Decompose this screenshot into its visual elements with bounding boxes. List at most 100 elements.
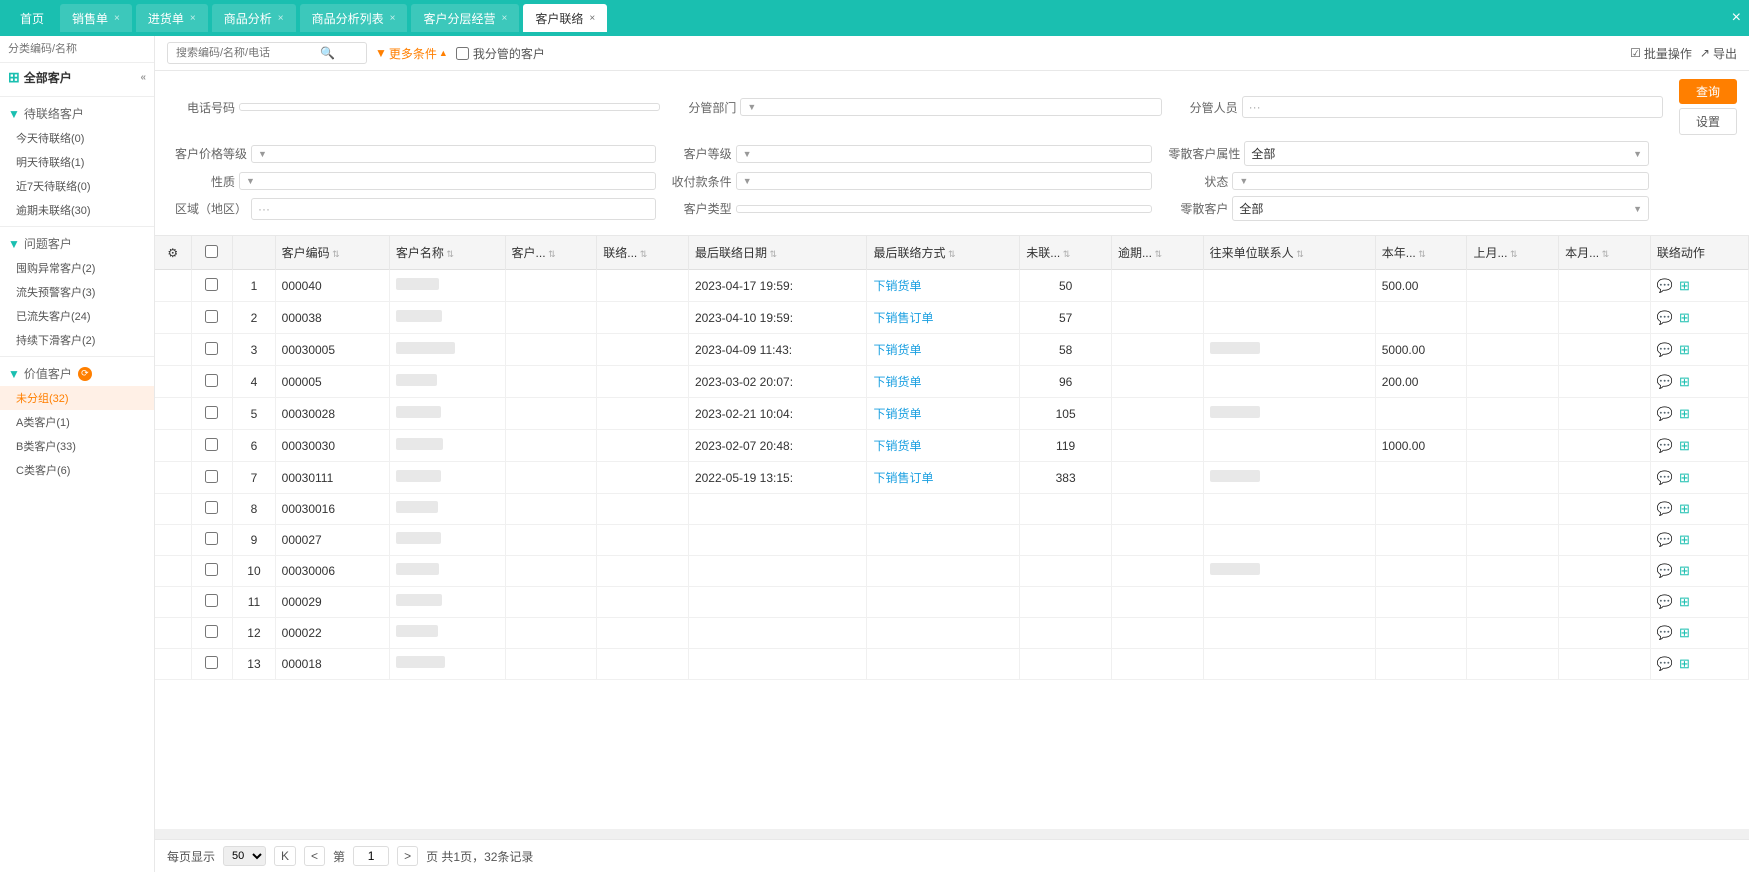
grid-icon[interactable]: ⊞ xyxy=(1679,625,1690,641)
sidebar-item-tomorrow[interactable]: 明天待联络(1) xyxy=(0,150,154,174)
close-icon[interactable]: × xyxy=(278,13,284,24)
grid-icon[interactable]: ⊞ xyxy=(1679,501,1690,517)
close-icon[interactable]: × xyxy=(589,13,595,24)
sidebar-all-customers[interactable]: ⊞ 全部客户 « xyxy=(0,63,154,92)
batch-op-btn[interactable]: ☑ 批量操作 xyxy=(1630,45,1692,62)
grid-icon[interactable]: ⊞ xyxy=(1679,342,1690,358)
next-page-btn[interactable]: > xyxy=(397,846,418,866)
filter-phone-input[interactable] xyxy=(239,103,660,111)
filter-status-select[interactable]: ▼ xyxy=(1232,172,1649,190)
last-method-link[interactable]: 下销货单 xyxy=(873,279,921,293)
table-col-overdue[interactable]: 逾期... xyxy=(1111,236,1203,270)
query-button[interactable]: 查询 xyxy=(1679,79,1737,104)
row-checkbox[interactable] xyxy=(205,342,218,355)
sidebar-search-box[interactable]: 🔍 xyxy=(0,36,154,63)
table-checkbox-all-col[interactable] xyxy=(191,236,233,270)
tab-product-analysis-list[interactable]: 商品分析列表 × xyxy=(300,4,408,32)
table-col-type[interactable]: 客户... xyxy=(505,236,597,270)
message-icon[interactable]: 💬 xyxy=(1657,594,1673,610)
message-icon[interactable]: 💬 xyxy=(1657,310,1673,326)
row-last-method[interactable]: 下销货单 xyxy=(867,398,1020,430)
row-checkbox[interactable] xyxy=(205,594,218,607)
refresh-badge[interactable]: ⟳ xyxy=(78,367,92,381)
table-col-code[interactable]: 客户编码 xyxy=(275,236,389,270)
filter-scatter-select[interactable]: 全部 ▼ xyxy=(1232,196,1649,221)
row-checkbox-cell[interactable] xyxy=(191,618,233,649)
message-icon[interactable]: 💬 xyxy=(1657,625,1673,641)
grid-icon[interactable]: ⊞ xyxy=(1679,438,1690,454)
row-last-method[interactable]: 下销货单 xyxy=(867,366,1020,398)
row-checkbox-cell[interactable] xyxy=(191,649,233,680)
row-last-method[interactable]: 下销货单 xyxy=(867,270,1020,302)
filter-customer-type-input[interactable] xyxy=(736,205,1153,213)
row-checkbox-cell[interactable] xyxy=(191,587,233,618)
last-method-link[interactable]: 下销货单 xyxy=(873,407,921,421)
close-icon[interactable]: × xyxy=(190,13,196,24)
row-last-method[interactable] xyxy=(867,556,1020,587)
filter-region-input[interactable]: ··· xyxy=(251,198,656,220)
table-col-this-year[interactable]: 本年... xyxy=(1375,236,1467,270)
row-checkbox-cell[interactable] xyxy=(191,462,233,494)
row-checkbox-cell[interactable] xyxy=(191,302,233,334)
sidebar-item-declining[interactable]: 持续下滑客户(2) xyxy=(0,328,154,352)
row-checkbox-cell[interactable] xyxy=(191,398,233,430)
table-col-contact[interactable]: 联络... xyxy=(597,236,689,270)
filter-payment-select[interactable]: ▼ xyxy=(736,172,1153,190)
table-col-last-month[interactable]: 上月... xyxy=(1467,236,1559,270)
row-last-method[interactable] xyxy=(867,649,1020,680)
sidebar-item-abnormal-hoard[interactable]: 囤购异常客户(2) xyxy=(0,256,154,280)
grid-icon[interactable]: ⊞ xyxy=(1679,532,1690,548)
my-customers-checkbox[interactable] xyxy=(456,47,469,60)
message-icon[interactable]: 💬 xyxy=(1657,342,1673,358)
row-checkbox-cell[interactable] xyxy=(191,270,233,302)
row-last-method[interactable] xyxy=(867,494,1020,525)
sidebar-item-week[interactable]: 近7天待联络(0) xyxy=(0,174,154,198)
tab-product-analysis[interactable]: 商品分析 × xyxy=(212,4,296,32)
sidebar-item-churn-warning[interactable]: 流失预警客户(3) xyxy=(0,280,154,304)
message-icon[interactable]: 💬 xyxy=(1657,406,1673,422)
sidebar-item-ungrouped[interactable]: 未分组(32) xyxy=(0,386,154,410)
sidebar-item-overdue[interactable]: 逾期未联络(30) xyxy=(0,198,154,222)
row-last-method[interactable]: 下销货单 xyxy=(867,334,1020,366)
sidebar-item-class-b[interactable]: B类客户(33) xyxy=(0,434,154,458)
table-col-no-contact[interactable]: 未联... xyxy=(1020,236,1112,270)
grid-icon[interactable]: ⊞ xyxy=(1679,374,1690,390)
sidebar-item-class-a[interactable]: A类客户(1) xyxy=(0,410,154,434)
row-checkbox-cell[interactable] xyxy=(191,334,233,366)
row-checkbox-cell[interactable] xyxy=(191,430,233,462)
last-method-link[interactable]: 下销售订单 xyxy=(873,471,933,485)
prev-page-btn[interactable]: < xyxy=(304,846,325,866)
row-checkbox[interactable] xyxy=(205,438,218,451)
grid-icon[interactable]: ⊞ xyxy=(1679,470,1690,486)
message-icon[interactable]: 💬 xyxy=(1657,501,1673,517)
row-checkbox[interactable] xyxy=(205,563,218,576)
message-icon[interactable]: 💬 xyxy=(1657,470,1673,486)
message-icon[interactable]: 💬 xyxy=(1657,374,1673,390)
last-method-link[interactable]: 下销售订单 xyxy=(873,311,933,325)
first-page-btn[interactable]: K xyxy=(274,846,296,866)
table-col-unit-contact[interactable]: 往来单位联系人 xyxy=(1203,236,1375,270)
page-size-select[interactable]: 50 xyxy=(223,846,266,866)
row-checkbox-cell[interactable] xyxy=(191,366,233,398)
message-icon[interactable]: 💬 xyxy=(1657,563,1673,579)
row-checkbox-cell[interactable] xyxy=(191,494,233,525)
grid-icon[interactable]: ⊞ xyxy=(1679,406,1690,422)
sidebar-item-class-c[interactable]: C类客户(6) xyxy=(0,458,154,482)
message-icon[interactable]: 💬 xyxy=(1657,656,1673,672)
grid-icon[interactable]: ⊞ xyxy=(1679,656,1690,672)
tab-sales-order[interactable]: 销售单 × xyxy=(60,4,132,32)
row-checkbox[interactable] xyxy=(205,501,218,514)
row-checkbox[interactable] xyxy=(205,278,218,291)
grid-icon[interactable]: ⊞ xyxy=(1679,310,1690,326)
row-checkbox[interactable] xyxy=(205,532,218,545)
sidebar-item-churned[interactable]: 已流失客户(24) xyxy=(0,304,154,328)
filter-nature-select[interactable]: ▼ xyxy=(239,172,656,190)
row-checkbox[interactable] xyxy=(205,656,218,669)
filter-scatter-attr-select[interactable]: 全部 ▼ xyxy=(1244,141,1649,166)
row-last-method[interactable] xyxy=(867,618,1020,649)
row-checkbox[interactable] xyxy=(205,625,218,638)
last-method-link[interactable]: 下销货单 xyxy=(873,375,921,389)
row-checkbox-cell[interactable] xyxy=(191,556,233,587)
more-conditions-btn[interactable]: ▼ 更多条件 ▲ xyxy=(375,45,448,62)
row-checkbox[interactable] xyxy=(205,470,218,483)
